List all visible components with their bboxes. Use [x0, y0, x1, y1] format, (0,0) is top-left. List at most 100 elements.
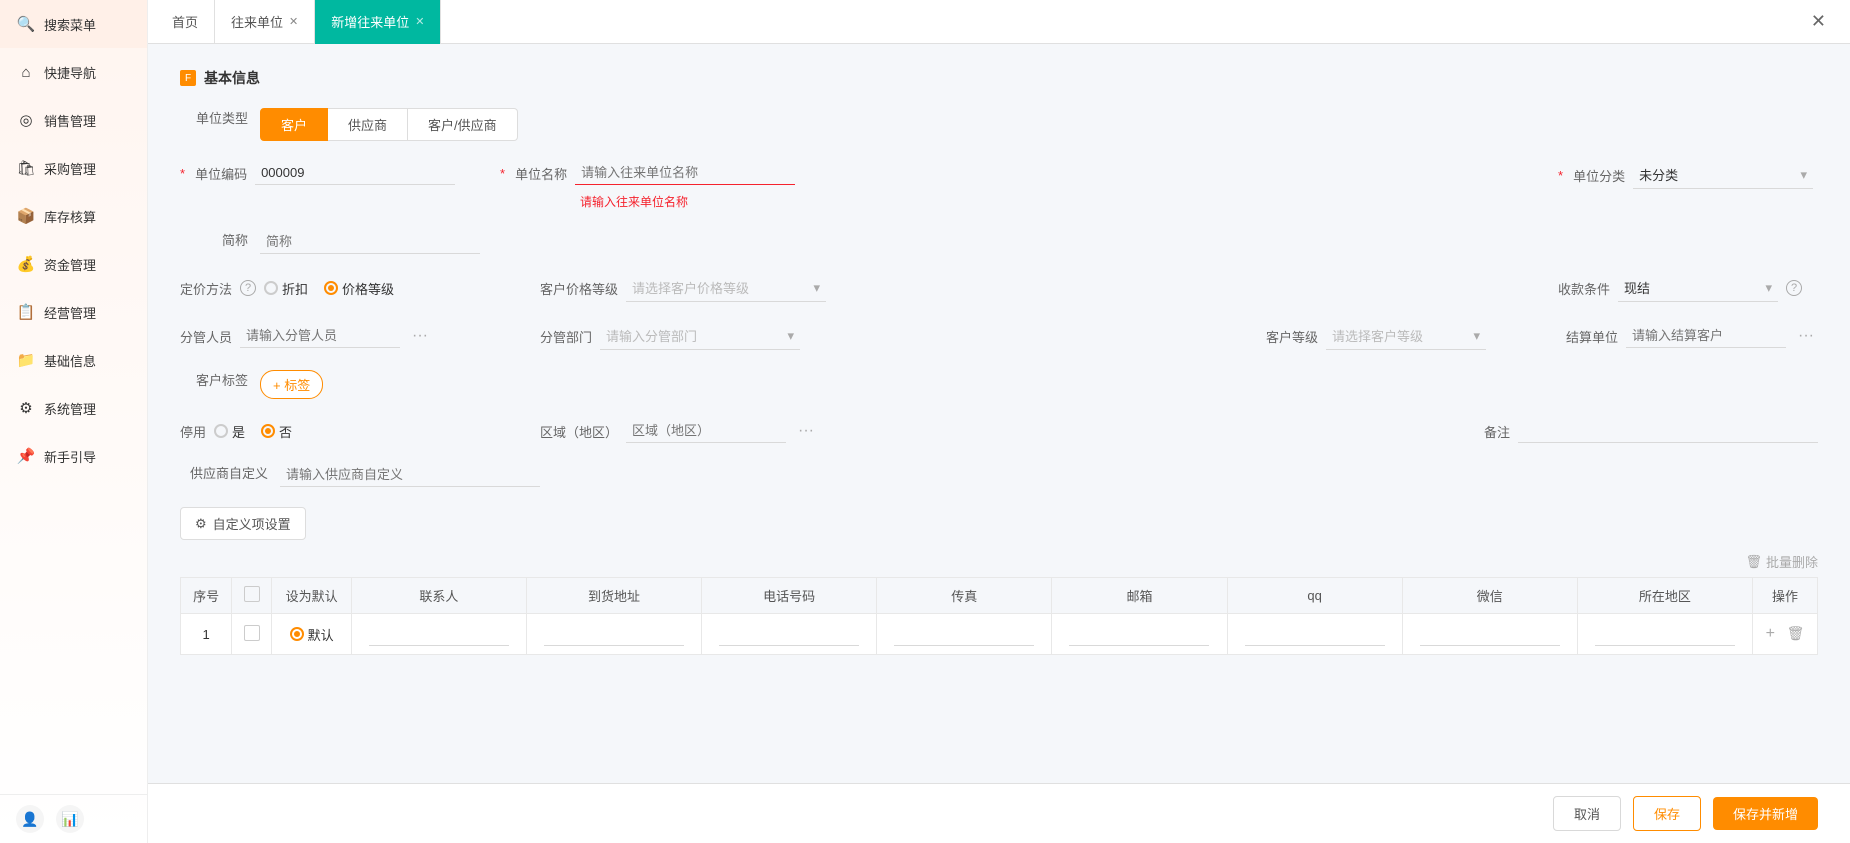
disabled-label: 停用 — [180, 422, 206, 441]
sidebar-item-basic[interactable]: 📁 基础信息 — [0, 336, 147, 384]
th-wechat: 微信 — [1402, 578, 1577, 614]
cell-address[interactable] — [526, 614, 701, 655]
disabled-no-radio[interactable]: 否 — [261, 422, 292, 441]
qq-input[interactable] — [1245, 622, 1385, 646]
unit-type-row: 单位类型 客户 供应商 客户/供应商 — [180, 108, 1818, 141]
sidebar-item-sales[interactable]: ◎ 销售管理 — [0, 96, 147, 144]
tab-new-partner-label: 新增往来单位 — [331, 12, 409, 31]
add-tag-button[interactable]: + 标签 — [260, 370, 323, 399]
pricing-discount-radio[interactable]: 折扣 — [264, 279, 308, 298]
remark-input[interactable] — [1518, 419, 1818, 443]
default-radio[interactable]: 默认 — [282, 625, 340, 644]
region-more-btn[interactable]: ··· — [794, 422, 818, 440]
finance-icon: 💰 — [16, 254, 36, 274]
pricing-group: 定价方法 ? 折扣 价格等级 — [180, 279, 500, 298]
cell-region[interactable] — [1577, 614, 1752, 655]
add-row-btn[interactable]: + — [1766, 625, 1775, 642]
contact-input[interactable] — [369, 622, 509, 646]
cell-fax[interactable] — [877, 614, 1052, 655]
dept-chevron: ▾ — [787, 328, 794, 344]
cancel-button[interactable]: 取消 — [1553, 796, 1621, 831]
sidebar-item-search[interactable]: 🔍 搜索菜单 — [0, 0, 147, 48]
cell-qq[interactable] — [1227, 614, 1402, 655]
basic-icon: 📁 — [16, 350, 36, 370]
sidebar-item-newbie[interactable]: 📌 新手引导 — [0, 432, 147, 480]
sidebar-item-purchase[interactable]: 🛍 采购管理 — [0, 144, 147, 192]
email-input[interactable] — [1069, 622, 1209, 646]
sidebar-bottom-icon2[interactable]: 📊 — [56, 805, 84, 833]
sidebar-item-sales-label: 销售管理 — [44, 111, 96, 130]
save-new-button[interactable]: 保存并新增 — [1713, 797, 1818, 830]
fax-input[interactable] — [894, 622, 1034, 646]
tab-partner[interactable]: 往来单位 ✕ — [215, 0, 315, 44]
tab-partner-label: 往来单位 — [231, 12, 283, 31]
window-close-button[interactable]: ✕ — [1795, 11, 1842, 32]
tab-new-partner-close[interactable]: ✕ — [415, 15, 424, 28]
code-input[interactable] — [255, 161, 455, 185]
pricing-help-icon[interactable]: ? — [240, 280, 256, 296]
sidebar-item-system[interactable]: ⚙ 系统管理 — [0, 384, 147, 432]
cell-wechat[interactable] — [1402, 614, 1577, 655]
sidebar-item-quicknav-label: 快捷导航 — [44, 63, 96, 82]
sidebar-item-search-label: 搜索菜单 — [44, 15, 96, 34]
tab-home[interactable]: 首页 — [156, 0, 215, 44]
sidebar-item-finance[interactable]: 💰 资金管理 — [0, 240, 147, 288]
category-group: * 单位分类 未分类 ▾ — [1558, 161, 1818, 189]
payment-terms-label: 收款条件 — [1558, 279, 1610, 298]
dept-select[interactable]: 请输入分管部门 ▾ — [600, 322, 800, 350]
phone-input[interactable] — [719, 622, 859, 646]
name-input[interactable] — [575, 161, 795, 185]
select-all-checkbox[interactable] — [244, 586, 260, 602]
sidebar-item-system-label: 系统管理 — [44, 399, 96, 418]
form-content: F 基本信息 单位类型 客户 供应商 客户/供应商 * 单位编码 * — [148, 44, 1850, 783]
cell-contact[interactable] — [351, 614, 526, 655]
customer-price-chevron: ▾ — [813, 280, 820, 296]
manager-more-btn[interactable]: ··· — [408, 327, 432, 345]
unit-type-customer-btn[interactable]: 客户 — [260, 108, 328, 141]
abbr-input[interactable] — [260, 230, 480, 254]
tab-home-label: 首页 — [172, 12, 198, 31]
wechat-input[interactable] — [1420, 622, 1560, 646]
settlement-input[interactable] — [1626, 324, 1786, 348]
region-table-input[interactable] — [1595, 622, 1735, 646]
section-title: 基本信息 — [204, 68, 260, 88]
sidebar-item-inventory-label: 库存核算 — [44, 207, 96, 226]
save-button[interactable]: 保存 — [1633, 796, 1701, 831]
sidebar-item-purchase-label: 采购管理 — [44, 159, 96, 178]
address-input[interactable] — [544, 622, 684, 646]
manager-input[interactable] — [240, 324, 400, 348]
pricing-level-radio[interactable]: 价格等级 — [324, 279, 394, 298]
cell-phone[interactable] — [702, 614, 877, 655]
payment-terms-select[interactable]: 现结 ▾ — [1618, 274, 1778, 302]
supplier-custom-input[interactable] — [280, 463, 540, 487]
row-checkbox[interactable] — [244, 625, 260, 641]
unit-type-supplier-btn[interactable]: 供应商 — [328, 108, 408, 141]
batch-delete-label: 批量删除 — [1766, 552, 1818, 571]
disabled-no-circle — [261, 424, 275, 438]
name-label: 单位名称 — [515, 164, 567, 183]
sidebar-item-operations[interactable]: 📋 经营管理 — [0, 288, 147, 336]
payment-terms-help-icon[interactable]: ? — [1786, 280, 1802, 296]
sidebar-item-quicknav[interactable]: ⌂ 快捷导航 — [0, 48, 147, 96]
batch-delete-btn[interactable]: 🗑 批量删除 — [1745, 552, 1818, 571]
settlement-more-btn[interactable]: ··· — [1794, 327, 1818, 345]
customer-price-level-select[interactable]: 请选择客户价格等级 ▾ — [626, 274, 826, 302]
region-input[interactable] — [626, 419, 786, 443]
disabled-radio-group: 是 否 — [214, 422, 292, 441]
section-icon: F — [180, 70, 196, 86]
disabled-group: 停用 是 否 — [180, 422, 500, 441]
cell-email[interactable] — [1052, 614, 1227, 655]
sidebar-item-inventory[interactable]: 📦 库存核算 — [0, 192, 147, 240]
tab-partner-close[interactable]: ✕ — [289, 15, 298, 28]
default-label: 默认 — [308, 625, 334, 644]
disabled-yes-radio[interactable]: 是 — [214, 422, 245, 441]
unit-type-both-btn[interactable]: 客户/供应商 — [408, 108, 518, 141]
delete-row-btn[interactable]: 🗑 — [1787, 625, 1805, 641]
custom-settings-button[interactable]: ⚙ 自定义项设置 — [180, 507, 306, 540]
remark-group: 备注 — [1484, 419, 1818, 443]
customer-level-select[interactable]: 请选择客户等级 ▾ — [1326, 322, 1486, 350]
category-select[interactable]: 未分类 ▾ — [1633, 161, 1813, 189]
supplier-custom-label: 供应商自定义 — [190, 466, 268, 481]
sidebar-bottom-icon1[interactable]: 👤 — [16, 805, 44, 833]
tab-new-partner[interactable]: 新增往来单位 ✕ — [315, 0, 441, 44]
